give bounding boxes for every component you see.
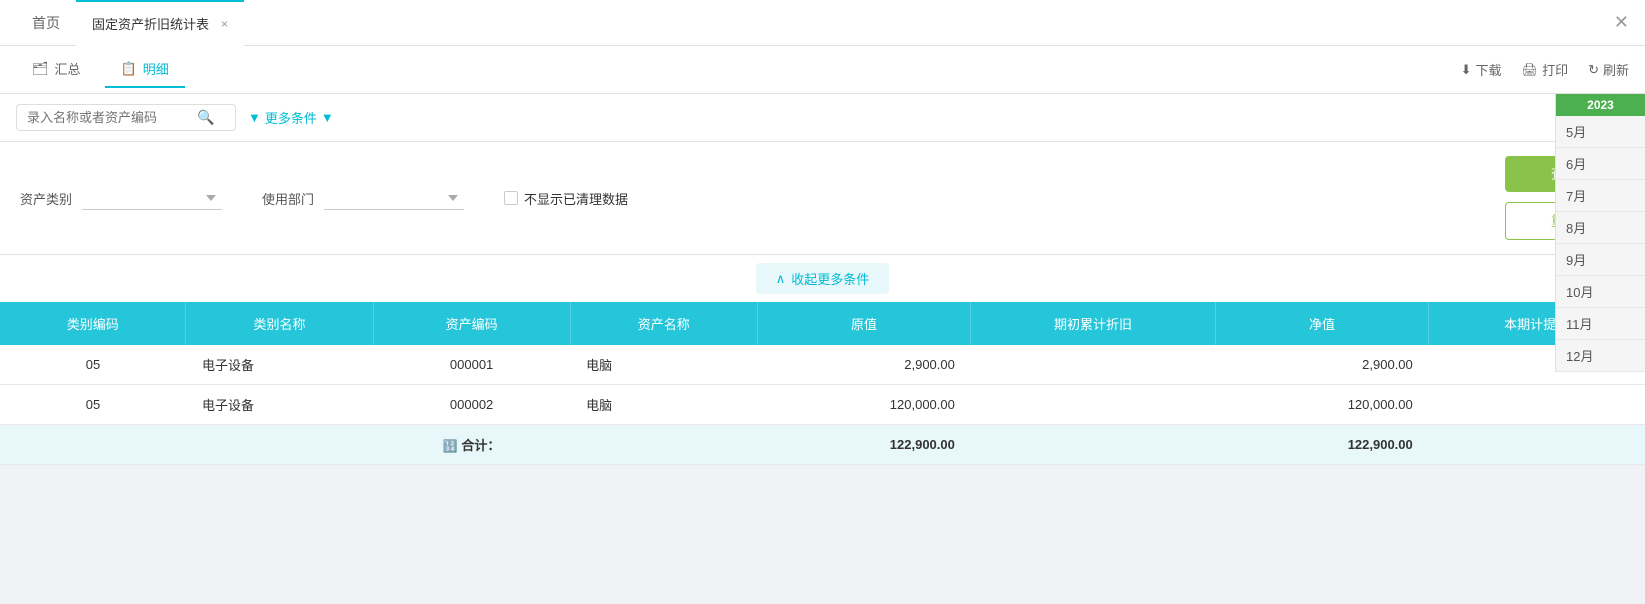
table-cell: 2,900.00: [757, 345, 971, 385]
tab-summary-label: 汇总: [55, 59, 81, 78]
table-total-cell: [186, 425, 373, 465]
detail-icon: 📋: [121, 61, 137, 77]
search-input-wrap: 🔍: [16, 104, 236, 131]
search-bar: 🔍 ▼ 更多条件 ▼ 2023.01: [0, 94, 1645, 142]
table-row: 05电子设备000002电脑120,000.00120,000.00: [0, 385, 1645, 425]
date-month-item[interactable]: 8月: [1556, 212, 1645, 244]
table-header-cell: 期初累计折旧: [971, 302, 1215, 345]
department-select[interactable]: [324, 186, 464, 210]
home-tab[interactable]: 首页: [16, 0, 76, 46]
months-container: 5月6月7月8月9月10月11月12月: [1556, 116, 1645, 372]
year-label: 2023: [1556, 94, 1645, 116]
date-month-item[interactable]: 11月: [1556, 308, 1645, 340]
collapse-label: 收起更多条件: [791, 269, 869, 288]
date-month-item[interactable]: 9月: [1556, 244, 1645, 276]
download-icon: ⬇: [1461, 62, 1472, 78]
no-cleared-checkbox[interactable]: [504, 191, 518, 205]
no-cleared-checkbox-wrap[interactable]: 不显示已清理数据: [504, 189, 628, 208]
department-filter: 使用部门: [262, 186, 464, 210]
table-total-cell: 122,900.00: [757, 425, 971, 465]
tab-summary[interactable]: 🗂 汇总: [16, 51, 97, 88]
collapse-icon: ∧: [776, 271, 786, 287]
table-cell: 电子设备: [186, 385, 373, 425]
main-tab[interactable]: 固定资产折旧统计表 ×: [76, 0, 244, 46]
date-panel: 2023 5月6月7月8月9月10月11月12月: [1555, 94, 1645, 372]
print-icon: 🖨: [1522, 62, 1539, 78]
table-header-row: 类别编码类别名称资产编码资产名称原值期初累计折旧净值本期计提折: [0, 302, 1645, 345]
table-cell: 120,000.00: [1215, 385, 1429, 425]
tab-detail[interactable]: 📋 明细: [105, 51, 185, 88]
main-table: 类别编码类别名称资产编码资产名称原值期初累计折旧净值本期计提折 05电子设备00…: [0, 302, 1645, 465]
sub-tabs-left: 🗂 汇总 📋 明细: [16, 51, 185, 88]
table-header-cell: 资产编码: [373, 302, 570, 345]
more-conditions-chevron: ▼: [321, 110, 334, 125]
asset-type-label: 资产类别: [20, 189, 72, 208]
table-cell: 电脑: [570, 385, 757, 425]
table-header-cell: 类别名称: [186, 302, 373, 345]
tab-title: 固定资产折旧统计表: [92, 14, 209, 33]
tab-close-button[interactable]: ×: [221, 17, 228, 31]
table-cell: [1429, 385, 1645, 425]
download-button[interactable]: ⬇ 下载: [1461, 60, 1502, 79]
table-cell: [971, 385, 1215, 425]
collapse-button[interactable]: ∧ 收起更多条件: [756, 263, 890, 294]
more-conditions-button[interactable]: ▼ 更多条件 ▼: [248, 108, 334, 127]
date-month-item[interactable]: 5月: [1556, 116, 1645, 148]
window-close-button[interactable]: ✕: [1614, 12, 1629, 33]
table-total-cell: 122,900.00: [1215, 425, 1429, 465]
table-header: 类别编码类别名称资产编码资产名称原值期初累计折旧净值本期计提折: [0, 302, 1645, 345]
table-cell: 120,000.00: [757, 385, 971, 425]
search-icon: 🔍: [197, 109, 214, 126]
table-cell: 000001: [373, 345, 570, 385]
date-month-item[interactable]: 6月: [1556, 148, 1645, 180]
table-cell: 05: [0, 385, 186, 425]
refresh-button[interactable]: ↻ 刷新: [1588, 60, 1629, 79]
table-cell: 2,900.00: [1215, 345, 1429, 385]
download-label: 下载: [1476, 60, 1502, 79]
no-cleared-label: 不显示已清理数据: [524, 189, 628, 208]
table-total-row: 🔢 合计： 122,900.00 122,900.00: [0, 425, 1645, 465]
table-header-cell: 原值: [757, 302, 971, 345]
more-conditions-label: 更多条件: [265, 108, 317, 127]
table-cell: 电脑: [570, 345, 757, 385]
date-month-item[interactable]: 7月: [1556, 180, 1645, 212]
print-button[interactable]: 🖨 打印: [1522, 60, 1569, 79]
table-header-cell: 净值: [1215, 302, 1429, 345]
sub-tabs-actions: ⬇ 下载 🖨 打印 ↻ 刷新: [1461, 60, 1629, 79]
filter-area: 资产类别 使用部门 不显示已清理数据 查询 重置: [0, 142, 1645, 255]
top-nav: 首页 固定资产折旧统计表 × ✕: [0, 0, 1645, 46]
table-wrap: 类别编码类别名称资产编码资产名称原值期初累计折旧净值本期计提折 05电子设备00…: [0, 302, 1645, 465]
print-label: 打印: [1542, 60, 1568, 79]
table-row: 05电子设备000001电脑2,900.002,900.00: [0, 345, 1645, 385]
table-total-cell: [0, 425, 186, 465]
table-total-cell: [570, 425, 757, 465]
search-input[interactable]: [27, 110, 197, 125]
table-total-label: 🔢 合计：: [373, 425, 570, 465]
table-total-cell: [971, 425, 1215, 465]
summary-icon: 🗂: [32, 61, 49, 77]
table-header-cell: 类别编码: [0, 302, 186, 345]
date-month-item[interactable]: 10月: [1556, 276, 1645, 308]
table-cell: 05: [0, 345, 186, 385]
tab-detail-label: 明细: [143, 59, 169, 78]
department-label: 使用部门: [262, 189, 314, 208]
filter-icon: ▼: [248, 110, 261, 125]
table-cell: 电子设备: [186, 345, 373, 385]
asset-type-select[interactable]: [82, 186, 222, 210]
refresh-label: 刷新: [1603, 60, 1629, 79]
refresh-icon: ↻: [1588, 62, 1599, 78]
table-total-cell: [1429, 425, 1645, 465]
sub-tabs-bar: 🗂 汇总 📋 明细 ⬇ 下载 🖨 打印 ↻ 刷新: [0, 46, 1645, 94]
collapse-bar: ∧ 收起更多条件: [0, 255, 1645, 302]
date-month-item[interactable]: 12月: [1556, 340, 1645, 372]
table-header-cell: 资产名称: [570, 302, 757, 345]
table-cell: 000002: [373, 385, 570, 425]
table-cell: [971, 345, 1215, 385]
asset-type-filter: 资产类别: [20, 186, 222, 210]
table-body: 05电子设备000001电脑2,900.002,900.0005电子设备0000…: [0, 345, 1645, 465]
filter-row: 资产类别 使用部门 不显示已清理数据 查询 重置: [20, 156, 1625, 240]
